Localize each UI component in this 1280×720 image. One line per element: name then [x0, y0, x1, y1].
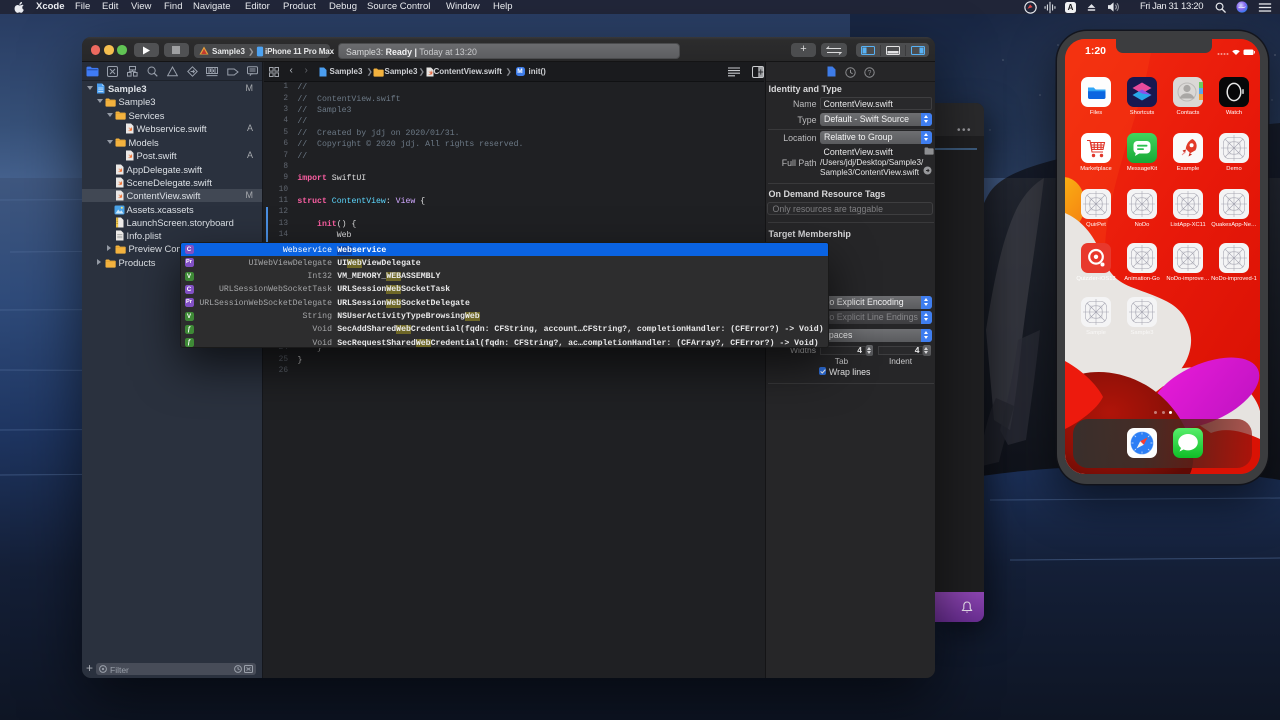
- svg-text:?: ?: [867, 70, 871, 77]
